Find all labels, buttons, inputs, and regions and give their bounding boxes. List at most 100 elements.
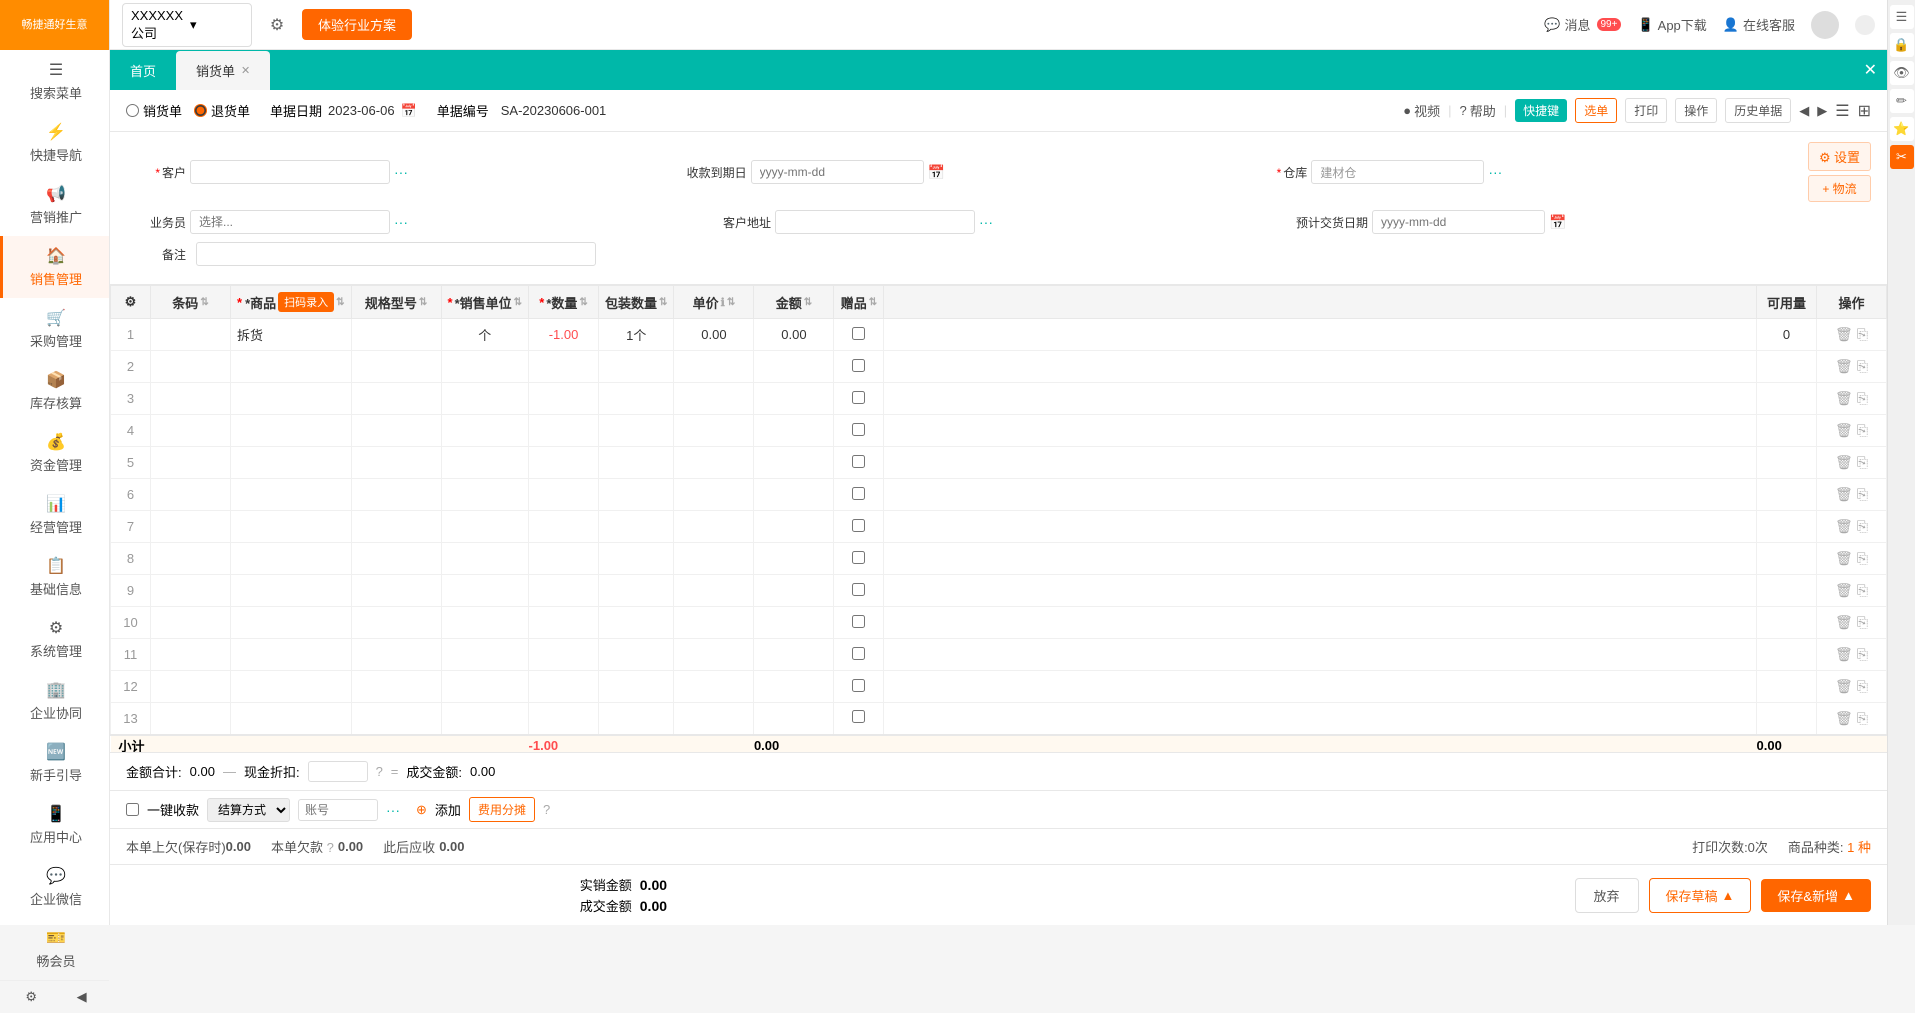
calendar-icon[interactable]: 📅 (401, 103, 417, 119)
online-service-item[interactable]: 👤 在线客服 (1723, 15, 1795, 34)
cell-price-6[interactable] (674, 479, 754, 511)
due-date-calendar-icon[interactable]: 📅 (928, 164, 945, 181)
nav-prev-icon[interactable]: ◀ (1799, 103, 1809, 119)
copy-icon-13[interactable]: ⎘ (1857, 710, 1868, 727)
doc-number-value[interactable]: SA-20230606-001 (501, 103, 607, 118)
gift-sort-icon[interactable]: ⇅ (869, 297, 877, 308)
discount-input[interactable] (308, 761, 368, 782)
cell-gift-11[interactable] (834, 639, 884, 671)
cell-price-3[interactable] (674, 383, 754, 415)
history-order-button[interactable]: 历史单据 (1725, 98, 1791, 123)
cell-qty-12[interactable] (529, 671, 599, 703)
cell-price-10[interactable] (674, 607, 754, 639)
cell-amount-8[interactable] (754, 543, 834, 575)
account-input[interactable] (298, 799, 378, 821)
copy-icon-12[interactable]: ⎘ (1857, 678, 1868, 695)
price-info-icon[interactable]: ℹ (721, 296, 725, 309)
cell-amount-5[interactable] (754, 447, 834, 479)
sidebar-item-sales[interactable]: 🏠 销售管理 (0, 236, 109, 298)
sidebar-item-marketing[interactable]: 📢 营销推广 (0, 174, 109, 236)
delete-icon-8[interactable]: 🗑 (1835, 550, 1853, 567)
print-button[interactable]: 打印 (1625, 98, 1667, 123)
cell-price-1[interactable]: 0.00 (674, 319, 754, 351)
cell-amount-11[interactable] (754, 639, 834, 671)
message-item[interactable]: 💬 消息 99+ (1544, 15, 1621, 34)
cell-qty-13[interactable] (529, 703, 599, 735)
cell-unit-2[interactable] (441, 351, 529, 383)
shortcut-key-button[interactable]: 快捷键 (1515, 99, 1567, 122)
cell-amount-6[interactable] (754, 479, 834, 511)
view-list-icon[interactable]: ☰ (1835, 101, 1849, 121)
cell-pack-13[interactable] (599, 703, 674, 735)
sidebar-item-purchase[interactable]: 🛒 采购管理 (0, 298, 109, 360)
delete-icon-4[interactable]: 🗑 (1835, 422, 1853, 439)
cell-price-5[interactable] (674, 447, 754, 479)
spec-sort-icon[interactable]: ⇅ (419, 297, 427, 308)
cell-pack-4[interactable] (599, 415, 674, 447)
warehouse-dots-btn[interactable]: ··· (1488, 164, 1502, 180)
th-settings[interactable]: ⚙ (111, 286, 151, 319)
cell-price-9[interactable] (674, 575, 754, 607)
cell-gift-12[interactable] (834, 671, 884, 703)
unit-sort-icon[interactable]: ⇅ (514, 297, 522, 308)
copy-icon-10[interactable]: ⎘ (1857, 614, 1868, 631)
cell-qty-11[interactable] (529, 639, 599, 671)
experience-button[interactable]: 体验行业方案 (302, 9, 412, 40)
cell-spec-1[interactable] (351, 319, 441, 351)
due-date-input[interactable] (751, 160, 924, 184)
amount-sort-icon[interactable]: ⇅ (804, 297, 812, 308)
cell-spec-2[interactable] (351, 351, 441, 383)
cell-spec-3[interactable] (351, 383, 441, 415)
cell-barcode-9[interactable] (151, 575, 231, 607)
delete-icon-5[interactable]: 🗑 (1835, 454, 1853, 471)
cell-amount-4[interactable] (754, 415, 834, 447)
cell-price-7[interactable] (674, 511, 754, 543)
cell-gift-1[interactable] (834, 319, 884, 351)
cell-unit-12[interactable] (441, 671, 529, 703)
delete-icon-6[interactable]: 🗑 (1835, 486, 1853, 503)
cell-barcode-1[interactable] (151, 319, 231, 351)
cell-amount-7[interactable] (754, 511, 834, 543)
tab-home[interactable]: 首页 (110, 51, 176, 90)
cell-barcode-6[interactable] (151, 479, 231, 511)
sidebar-item-capital[interactable]: 💰 资金管理 (0, 422, 109, 484)
customer-dots-btn[interactable]: ··· (394, 164, 408, 180)
cell-pack-7[interactable] (599, 511, 674, 543)
cell-unit-11[interactable] (441, 639, 529, 671)
cell-barcode-2[interactable] (151, 351, 231, 383)
cell-qty-6[interactable] (529, 479, 599, 511)
cell-pack-2[interactable] (599, 351, 674, 383)
sidebar-item-operations[interactable]: 📊 经营管理 (0, 484, 109, 546)
price-sort-icon[interactable]: ⇅ (727, 297, 735, 308)
sidebar-item-basic-info[interactable]: 📋 基础信息 (0, 546, 109, 608)
delete-icon-11[interactable]: 🗑 (1835, 646, 1853, 663)
cell-goods-6[interactable] (231, 479, 352, 511)
cell-unit-7[interactable] (441, 511, 529, 543)
cell-goods-13[interactable] (231, 703, 352, 735)
sidebar-item-apps[interactable]: 📱 应用中心 (0, 794, 109, 856)
app-download-item[interactable]: 📱 App下载 (1637, 15, 1706, 34)
right-panel-btn-5[interactable]: ⭐ (1890, 117, 1914, 141)
cell-barcode-10[interactable] (151, 607, 231, 639)
cell-qty-5[interactable] (529, 447, 599, 479)
select-order-button[interactable]: 选单 (1575, 98, 1617, 123)
cell-spec-6[interactable] (351, 479, 441, 511)
cell-spec-13[interactable] (351, 703, 441, 735)
sidebar-settings-btn[interactable]: ⚙ ◀ (0, 981, 109, 1013)
cell-price-8[interactable] (674, 543, 754, 575)
cell-gift-5[interactable] (834, 447, 884, 479)
operation-button[interactable]: 操作 (1675, 98, 1717, 123)
cell-qty-2[interactable] (529, 351, 599, 383)
cell-price-12[interactable] (674, 671, 754, 703)
cell-unit-1[interactable]: 个 (441, 319, 529, 351)
delete-icon-1[interactable]: 🗑 (1835, 326, 1853, 343)
cell-pack-11[interactable] (599, 639, 674, 671)
sidebar-item-search[interactable]: ☰ 搜索菜单 (0, 50, 109, 112)
cell-amount-1[interactable]: 0.00 (754, 319, 834, 351)
cell-unit-9[interactable] (441, 575, 529, 607)
cell-price-11[interactable] (674, 639, 754, 671)
right-panel-btn-3[interactable]: 👁 (1890, 61, 1914, 85)
cell-unit-5[interactable] (441, 447, 529, 479)
cell-amount-13[interactable] (754, 703, 834, 735)
cell-qty-3[interactable] (529, 383, 599, 415)
